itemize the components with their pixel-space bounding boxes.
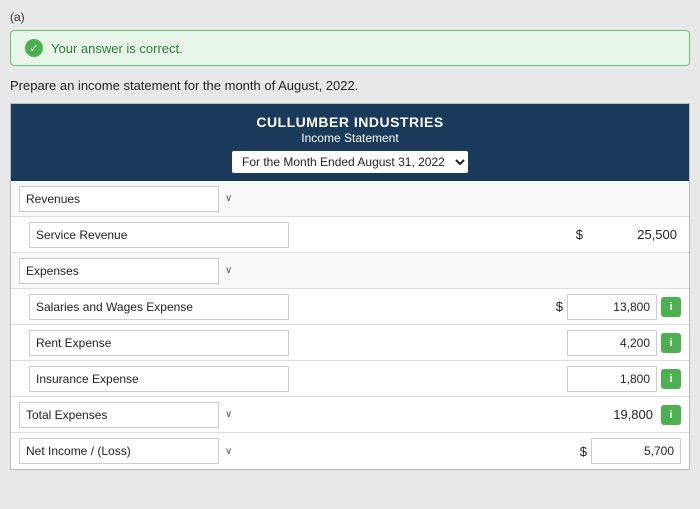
instruction-text: Prepare an income statement for the mont… [10, 78, 690, 93]
expenses-label-cell: ∨ [19, 258, 232, 284]
company-name: CULLUMBER INDUSTRIES [19, 114, 681, 130]
salaries-dollar: $ [556, 299, 563, 314]
statement-type: Income Statement [19, 131, 681, 145]
net-income-label-cell: ∨ [19, 438, 232, 464]
expenses-chevron: ∨ [225, 265, 232, 276]
insurance-row: i [11, 361, 689, 397]
statement-header: CULLUMBER INDUSTRIES Income Statement Fo… [11, 104, 689, 181]
page-label: (a) [10, 10, 690, 24]
total-expenses-amount: 19,800 [563, 407, 653, 422]
net-income-chevron: ∨ [225, 446, 232, 457]
total-expenses-chevron: ∨ [225, 409, 232, 420]
revenues-input[interactable] [19, 186, 219, 212]
service-revenue-row: $ 25,500 [11, 217, 689, 253]
rent-amount-input[interactable] [567, 330, 657, 356]
service-revenue-dollar: $ [576, 227, 583, 242]
income-statement: CULLUMBER INDUSTRIES Income Statement Fo… [10, 103, 690, 470]
rent-right: i [481, 330, 681, 356]
insurance-amount-input[interactable] [567, 366, 657, 392]
net-income-dollar: $ [580, 444, 587, 459]
salaries-info-button[interactable]: i [661, 297, 681, 317]
correct-banner: ✓ Your answer is correct. [10, 30, 690, 66]
salaries-right: $ i [481, 294, 681, 320]
period-select[interactable]: For the Month Ended August 31, 2022 [232, 151, 468, 173]
total-expenses-right: 19,800 i [481, 405, 681, 425]
rent-row: i [11, 325, 689, 361]
salaries-row: $ i [11, 289, 689, 325]
revenues-label-cell: ∨ [19, 186, 232, 212]
net-income-amount-input[interactable] [591, 438, 681, 464]
insurance-info-button[interactable]: i [661, 369, 681, 389]
net-income-right: $ [481, 438, 681, 464]
revenues-section-row: ∨ [11, 181, 689, 217]
salaries-input[interactable] [29, 294, 289, 320]
insurance-input[interactable] [29, 366, 289, 392]
period-row: For the Month Ended August 31, 2022 [19, 151, 681, 173]
check-icon: ✓ [25, 39, 43, 57]
total-expenses-row: ∨ 19,800 i [11, 397, 689, 433]
total-expenses-label-cell: ∨ [19, 402, 232, 428]
revenues-chevron: ∨ [225, 193, 232, 204]
service-revenue-amount: 25,500 [587, 227, 677, 242]
rent-input[interactable] [29, 330, 289, 356]
expenses-input[interactable] [19, 258, 219, 284]
correct-message: Your answer is correct. [51, 41, 183, 56]
insurance-right: i [481, 366, 681, 392]
rent-info-button[interactable]: i [661, 333, 681, 353]
total-expenses-input[interactable] [19, 402, 219, 428]
net-income-input[interactable] [19, 438, 219, 464]
service-revenue-input[interactable] [29, 222, 289, 248]
expenses-section-row: ∨ [11, 253, 689, 289]
net-income-row: ∨ $ [11, 433, 689, 469]
salaries-amount-input[interactable] [567, 294, 657, 320]
total-expenses-info-button[interactable]: i [661, 405, 681, 425]
service-revenue-right: $ 25,500 [481, 227, 681, 242]
statement-body: ∨ $ 25,500 ∨ [11, 181, 689, 469]
